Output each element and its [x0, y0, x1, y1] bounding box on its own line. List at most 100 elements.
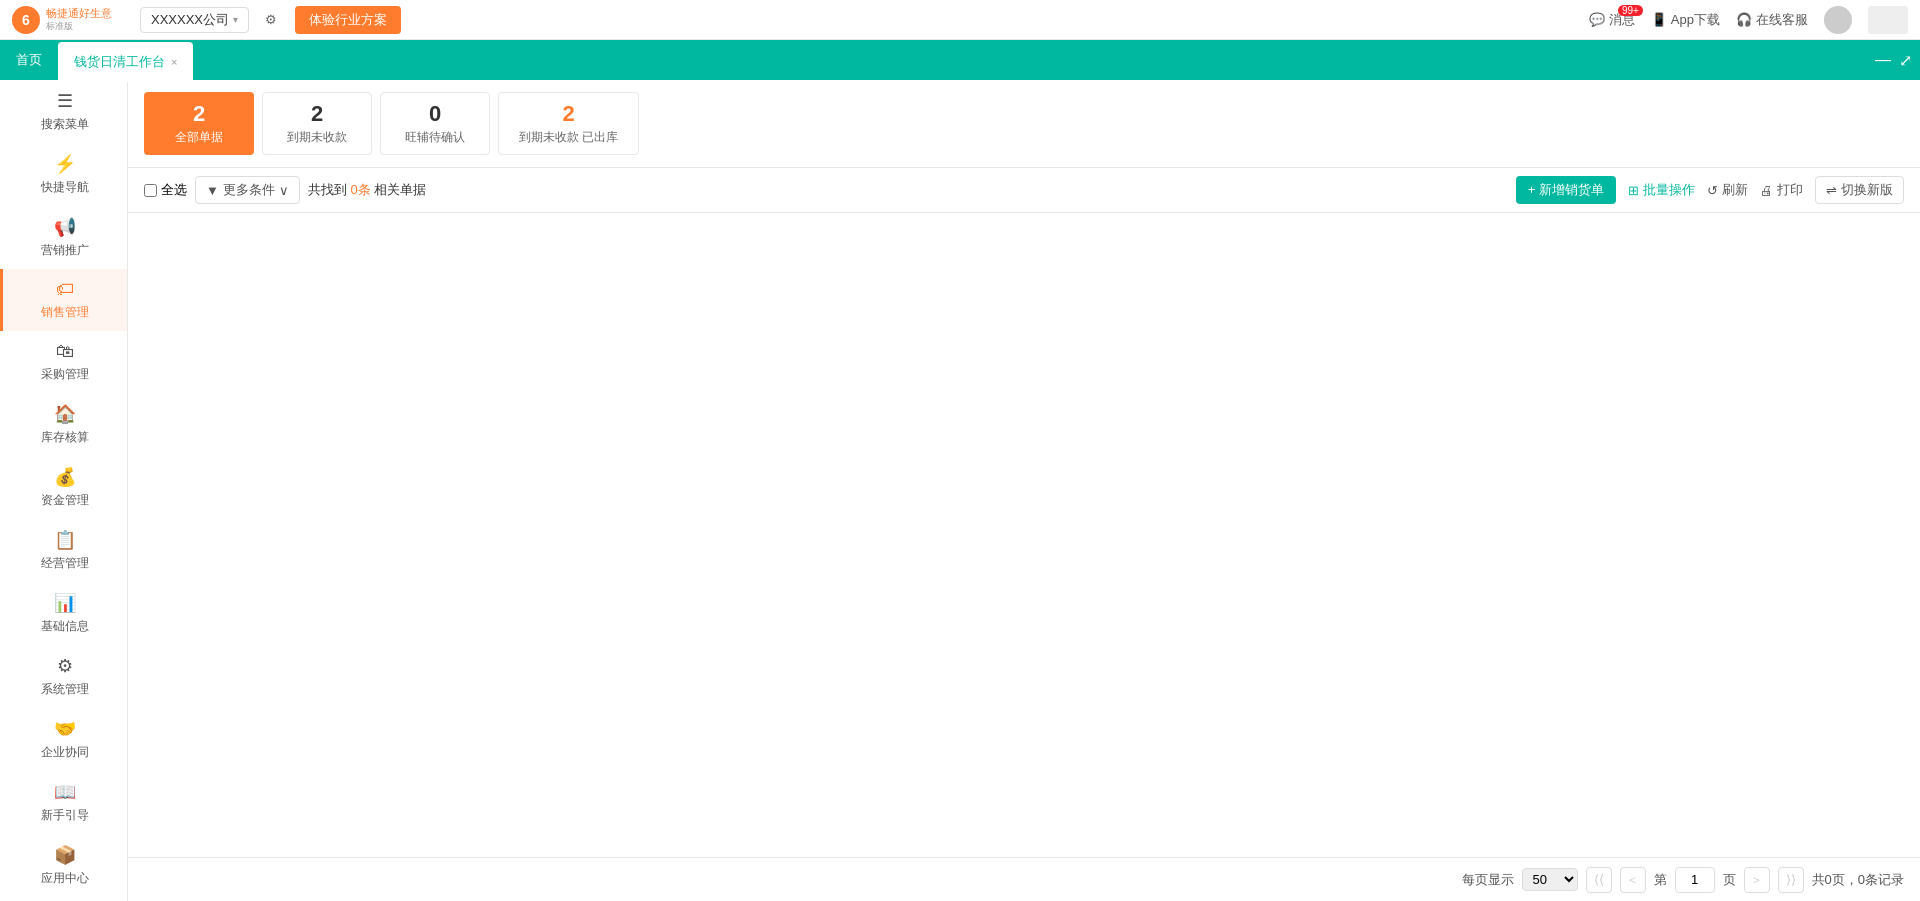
- sidebar-item-quick-nav[interactable]: ⚡ 快捷导航: [0, 143, 127, 206]
- sidebar-item-label: 搜索菜单: [41, 116, 89, 133]
- message-btn[interactable]: 💬 消息 99+: [1589, 11, 1635, 29]
- filter-button[interactable]: ▼ 更多条件 ∨: [195, 176, 300, 204]
- sidebar-item-inventory[interactable]: 🏠 库存核算: [0, 393, 127, 456]
- card-overdue-num: 2: [311, 101, 323, 127]
- enterprise-icon: 🤝: [54, 718, 76, 740]
- next-page-btn[interactable]: ＞: [1744, 867, 1770, 893]
- add-sales-order-button[interactable]: + 新增销货单: [1516, 176, 1616, 204]
- logo-text: 畅捷通好生意: [46, 6, 112, 20]
- settings-icon[interactable]: ⚙: [257, 6, 285, 34]
- company-name: XXXXXX公司: [151, 11, 229, 29]
- card-overdue-out-num: 2: [563, 101, 575, 127]
- toolbar: 全选 ▼ 更多条件 ∨ 共找到 0条 相关单据 + 新增销货单 ⊞ 批量操作: [128, 168, 1920, 213]
- last-page-btn[interactable]: ⟩⟩: [1778, 867, 1804, 893]
- sidebar-item-operations[interactable]: 📋 经营管理: [0, 519, 127, 582]
- tab-minimize-icon[interactable]: —: [1875, 51, 1891, 69]
- sidebar-item-search-menu[interactable]: ☰ 搜索菜单: [0, 80, 127, 143]
- guide-icon: 📖: [54, 781, 76, 803]
- sidebar-item-label: 企业协同: [41, 744, 89, 761]
- toolbar-left: 全选 ▼ 更多条件 ∨ 共找到 0条 相关单据: [144, 176, 1508, 204]
- filter-icon: ▼: [206, 183, 219, 198]
- pagination-bar: 每页显示 50 20 100 200 ⟨⟨ ＜ 第 页 ＞ ⟩⟩ 共0页，0条记…: [128, 857, 1920, 901]
- inventory-icon: 🏠: [54, 403, 76, 425]
- batch-icon: ⊞: [1628, 183, 1639, 198]
- avatar[interactable]: [1824, 6, 1852, 34]
- prev-page-btn[interactable]: ＜: [1620, 867, 1646, 893]
- card-overdue[interactable]: 2 到期未收款: [262, 92, 372, 155]
- sidebar-item-sales[interactable]: 🏷 销售管理: [0, 269, 127, 331]
- user-name-area: [1868, 6, 1908, 34]
- batch-action-btn[interactable]: ⊞ 批量操作: [1628, 181, 1695, 199]
- company-selector[interactable]: XXXXXX公司 ▾: [140, 7, 249, 33]
- card-pending-label: 旺辅待确认: [405, 129, 465, 146]
- sidebar-item-label: 应用中心: [41, 870, 89, 887]
- tab-maximize-icon[interactable]: ⤢: [1899, 51, 1912, 70]
- logo-badge: 标准版: [46, 20, 112, 33]
- tab-active[interactable]: 钱货日清工作台 ×: [58, 42, 193, 82]
- avatar-image: [1824, 6, 1852, 34]
- tab-close-icon[interactable]: ×: [171, 56, 177, 68]
- sidebar-item-apps[interactable]: 📦 应用中心: [0, 834, 127, 897]
- switch-icon: ⇌: [1826, 183, 1837, 198]
- card-overdue-out[interactable]: 2 到期未收款 已出库: [498, 92, 639, 155]
- total-label: 共0页，0条记录: [1812, 871, 1904, 889]
- topbar: 6 畅捷通好生意 标准版 XXXXXX公司 ▾ ⚙ 体验行业方案 💬 消息 99…: [0, 0, 1920, 40]
- system-icon: ⚙: [57, 655, 73, 677]
- app-download-btn[interactable]: 📱 App下载: [1651, 11, 1720, 29]
- sidebar-item-enterprise[interactable]: 🤝 企业协同: [0, 708, 127, 771]
- card-pending[interactable]: 0 旺辅待确认: [380, 92, 490, 155]
- topbar-right: 💬 消息 99+ 📱 App下载 🎧 在线客服: [1589, 6, 1908, 34]
- main-layout: ☰ 搜索菜单 ⚡ 快捷导航 📢 营销推广 🏷 销售管理 🛍 采购管理 🏠 库存核…: [0, 80, 1920, 901]
- switch-version-btn[interactable]: ⇌ 切换新版: [1815, 176, 1904, 204]
- sidebar-item-label: 资金管理: [41, 492, 89, 509]
- sidebar-item-marketing[interactable]: 📢 营销推广: [0, 206, 127, 269]
- per-page-select[interactable]: 50 20 100 200: [1522, 868, 1578, 891]
- chevron-down-icon: ∨: [279, 183, 289, 198]
- marketing-icon: 📢: [54, 216, 76, 238]
- select-all-checkbox[interactable]: 全选: [144, 181, 187, 199]
- tab-home[interactable]: 首页: [0, 40, 58, 80]
- checkbox-input[interactable]: [144, 184, 157, 197]
- sidebar-item-label: 销售管理: [41, 304, 89, 321]
- navtabs-actions: — ⤢: [1875, 51, 1920, 70]
- table-area: [128, 213, 1920, 857]
- print-icon: 🖨: [1760, 183, 1773, 198]
- refresh-btn[interactable]: ↺ 刷新: [1707, 181, 1748, 199]
- sidebar-item-label: 快捷导航: [41, 179, 89, 196]
- chevron-down-icon: ▾: [233, 14, 238, 25]
- toolbar-right: + 新增销货单 ⊞ 批量操作 ↺ 刷新 🖨 打印 ⇌ 切换新版: [1516, 176, 1904, 204]
- sidebar-item-label: 系统管理: [41, 681, 89, 698]
- print-btn[interactable]: 🖨 打印: [1760, 181, 1803, 199]
- card-all[interactable]: 2 全部单据: [144, 92, 254, 155]
- card-pending-num: 0: [429, 101, 441, 127]
- base-info-icon: 📊: [54, 592, 76, 614]
- sidebar-item-base-info[interactable]: 📊 基础信息: [0, 582, 127, 645]
- sidebar-item-wechat[interactable]: 💬 企业微信: [0, 897, 127, 901]
- logo-icon: 6: [12, 6, 40, 34]
- sidebar-item-purchase[interactable]: 🛍 采购管理: [0, 331, 127, 393]
- sidebar-item-label: 采购管理: [41, 366, 89, 383]
- sidebar-item-label: 库存核算: [41, 429, 89, 446]
- operations-icon: 📋: [54, 529, 76, 551]
- card-overdue-out-label: 到期未收款 已出库: [519, 129, 618, 146]
- sidebar-item-label: 经营管理: [41, 555, 89, 572]
- apps-icon: 📦: [54, 844, 76, 866]
- first-page-btn[interactable]: ⟨⟨: [1586, 867, 1612, 893]
- select-all-label: 全选: [161, 181, 187, 199]
- download-icon: 📱: [1651, 12, 1667, 27]
- message-badge: 99+: [1618, 5, 1643, 16]
- card-all-num: 2: [193, 101, 205, 127]
- experience-button[interactable]: 体验行业方案: [295, 6, 401, 34]
- sales-icon: 🏷: [56, 279, 74, 300]
- sidebar-item-capital[interactable]: 💰 资金管理: [0, 456, 127, 519]
- online-service-btn[interactable]: 🎧 在线客服: [1736, 11, 1808, 29]
- sidebar-item-system[interactable]: ⚙ 系统管理: [0, 645, 127, 708]
- service-icon: 🎧: [1736, 12, 1752, 27]
- page-input[interactable]: [1675, 867, 1715, 893]
- capital-icon: 💰: [54, 466, 76, 488]
- sidebar-item-label: 营销推广: [41, 242, 89, 259]
- card-all-label: 全部单据: [175, 129, 223, 146]
- content-area: 2 全部单据 2 到期未收款 0 旺辅待确认 2 到期未收款 已出库 全选: [128, 80, 1920, 901]
- sidebar-item-guide[interactable]: 📖 新手引导: [0, 771, 127, 834]
- sidebar-item-label: 基础信息: [41, 618, 89, 635]
